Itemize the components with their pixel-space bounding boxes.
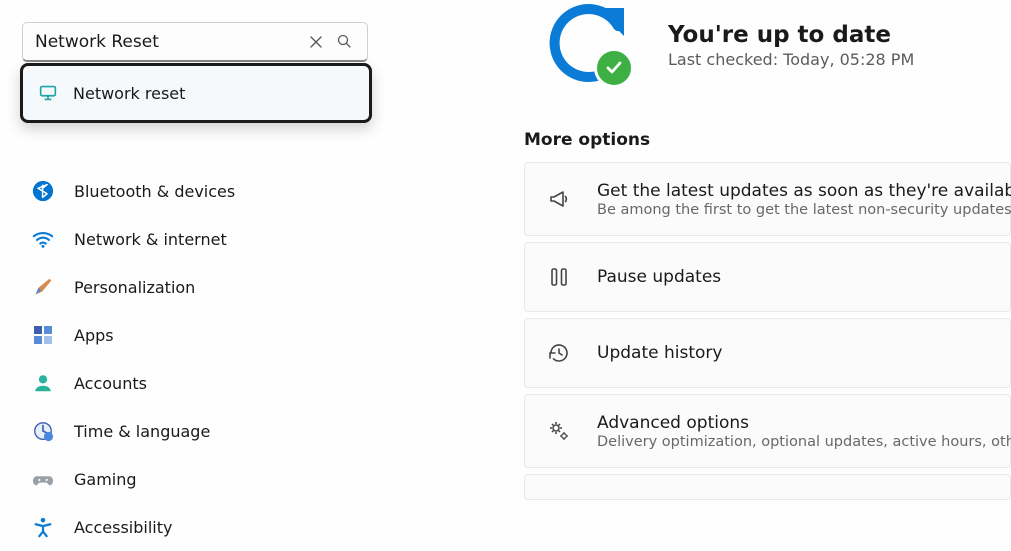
pause-icon [547, 265, 571, 289]
sidebar: Network reset Bluetooth & devices Networ… [0, 0, 380, 545]
nav-label: Apps [74, 326, 114, 345]
card-body: Get the latest updates as soon as they'r… [597, 181, 1011, 218]
apps-icon [32, 324, 54, 346]
card-title: Pause updates [597, 267, 721, 287]
nav-label: Personalization [74, 278, 195, 297]
card-body: Pause updates [597, 267, 721, 287]
search-box[interactable] [22, 22, 368, 62]
check-badge-icon [594, 48, 634, 88]
card-pause-updates[interactable]: Pause updates [524, 242, 1011, 312]
card-body: Update history [597, 343, 722, 363]
nav-bluetooth-devices[interactable]: Bluetooth & devices [24, 167, 380, 215]
card-title: Update history [597, 343, 722, 363]
wifi-icon [32, 228, 54, 250]
card-advanced-options[interactable]: Advanced options Delivery optimization, … [524, 394, 1011, 468]
gears-icon [547, 419, 571, 443]
search-suggestion[interactable]: Network reset [20, 63, 372, 123]
card-title: Get the latest updates as soon as they'r… [597, 181, 1011, 201]
search-suggestion-label: Network reset [73, 84, 185, 103]
nav-label: Network & internet [74, 230, 227, 249]
paintbrush-icon [32, 276, 54, 298]
nav-network-internet[interactable]: Network & internet [24, 215, 380, 263]
clear-search-icon[interactable] [303, 29, 329, 55]
bluetooth-icon [32, 180, 54, 202]
update-status-icon [538, 0, 638, 90]
megaphone-icon [547, 187, 571, 211]
status-title: You're up to date [668, 22, 914, 48]
network-reset-icon [37, 82, 59, 104]
nav-gaming[interactable]: Gaming [24, 455, 380, 503]
card-subtitle: Be among the first to get the latest non… [597, 202, 1011, 218]
update-status: You're up to date Last checked: Today, 0… [524, 0, 1011, 90]
nav-label: Gaming [74, 470, 137, 489]
clock-globe-icon [32, 420, 54, 442]
nav-time-language[interactable]: Time & language [24, 407, 380, 455]
nav-label: Accounts [74, 374, 147, 393]
card-partial[interactable] [524, 474, 1011, 500]
search-icon[interactable] [331, 29, 357, 55]
nav-personalization[interactable]: Personalization [24, 263, 380, 311]
status-text: You're up to date Last checked: Today, 0… [668, 22, 914, 69]
history-icon [547, 341, 571, 365]
card-body: Advanced options Delivery optimization, … [597, 413, 1011, 450]
more-options-heading: More options [524, 130, 1011, 150]
card-title: Advanced options [597, 413, 1011, 433]
nav-apps[interactable]: Apps [24, 311, 380, 359]
card-get-latest-updates[interactable]: Get the latest updates as soon as they'r… [524, 162, 1011, 236]
card-update-history[interactable]: Update history [524, 318, 1011, 388]
content-pane: You're up to date Last checked: Today, 0… [524, 0, 1011, 545]
nav-accessibility[interactable]: Accessibility [24, 503, 380, 551]
nav-list: Bluetooth & devices Network & internet P… [0, 167, 380, 551]
controller-icon [32, 468, 54, 490]
user-icon [32, 372, 54, 394]
nav-accounts[interactable]: Accounts [24, 359, 380, 407]
nav-label: Bluetooth & devices [74, 182, 235, 201]
status-subtitle: Last checked: Today, 05:28 PM [668, 50, 914, 69]
nav-label: Time & language [74, 422, 210, 441]
accessibility-icon [32, 516, 54, 538]
search-container [22, 22, 368, 62]
card-subtitle: Delivery optimization, optional updates,… [597, 434, 1011, 450]
search-input[interactable] [35, 32, 303, 52]
nav-label: Accessibility [74, 518, 172, 537]
